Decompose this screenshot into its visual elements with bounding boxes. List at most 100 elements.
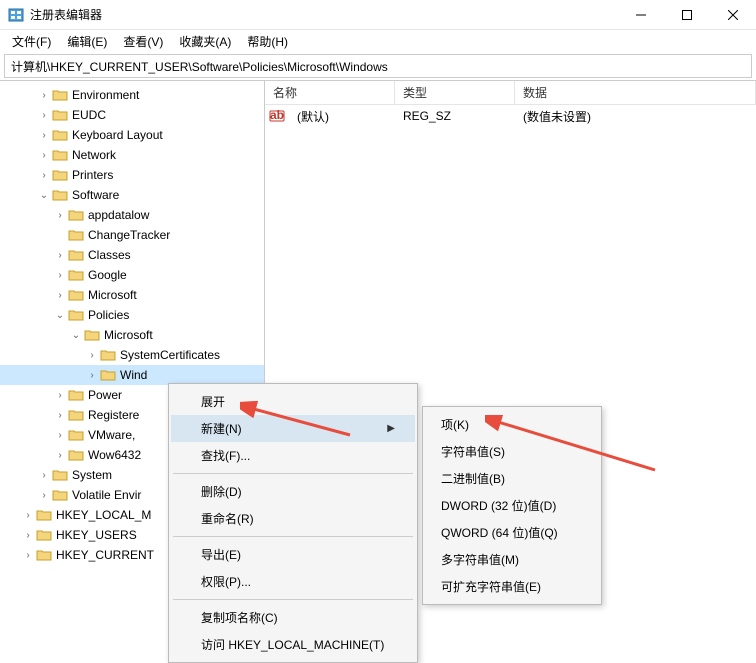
sub-binary[interactable]: 二进制值(B) bbox=[425, 465, 599, 492]
chevron-right-icon[interactable]: › bbox=[20, 527, 36, 543]
folder-open-icon bbox=[68, 307, 84, 323]
tree-item-label: Wow6432 bbox=[88, 448, 141, 462]
tree-item-label: Registere bbox=[88, 408, 139, 422]
tree-item-label: Keyboard Layout bbox=[72, 128, 163, 142]
chevron-right-icon[interactable]: › bbox=[52, 407, 68, 423]
tree-item-label: EUDC bbox=[72, 108, 106, 122]
list-row[interactable]: ab (默认) REG_SZ (数值未设置) bbox=[265, 105, 756, 127]
tree-item[interactable]: › Keyboard Layout bbox=[0, 125, 264, 145]
chevron-right-icon[interactable]: › bbox=[52, 387, 68, 403]
folder-icon bbox=[68, 207, 84, 223]
close-button[interactable] bbox=[710, 0, 756, 30]
tree-item[interactable]: ›Google bbox=[0, 265, 264, 285]
chevron-down-icon[interactable]: ⌄ bbox=[52, 307, 68, 323]
chevron-right-icon: ▶ bbox=[387, 423, 395, 434]
folder-icon bbox=[52, 107, 68, 123]
chevron-right-icon[interactable]: › bbox=[36, 127, 52, 143]
chevron-down-icon[interactable]: ⌄ bbox=[68, 327, 84, 343]
cell-name: (默认) bbox=[289, 106, 395, 127]
ctx-delete[interactable]: 删除(D) bbox=[171, 478, 415, 505]
tree-item[interactable]: ChangeTracker bbox=[0, 225, 264, 245]
chevron-right-icon[interactable]: › bbox=[36, 147, 52, 163]
ctx-copy-keyname[interactable]: 复制项名称(C) bbox=[171, 604, 415, 631]
window-title: 注册表编辑器 bbox=[30, 6, 618, 23]
minimize-button[interactable] bbox=[618, 0, 664, 30]
sub-dword[interactable]: DWORD (32 位)值(D) bbox=[425, 492, 599, 519]
chevron-right-icon[interactable]: › bbox=[36, 107, 52, 123]
col-name[interactable]: 名称 bbox=[265, 81, 395, 105]
ctx-permissions[interactable]: 权限(P)... bbox=[171, 568, 415, 595]
sub-qword[interactable]: QWORD (64 位)值(Q) bbox=[425, 519, 599, 546]
menu-help[interactable]: 帮助(H) bbox=[239, 31, 296, 52]
tree-item[interactable]: ⌄Software bbox=[0, 185, 264, 205]
cell-data: (数值未设置) bbox=[515, 106, 599, 127]
folder-icon bbox=[100, 367, 116, 383]
col-data[interactable]: 数据 bbox=[515, 81, 756, 105]
chevron-right-icon[interactable]: › bbox=[52, 267, 68, 283]
tree-item[interactable]: ⌄Policies bbox=[0, 305, 264, 325]
sub-expandstring[interactable]: 可扩充字符串值(E) bbox=[425, 573, 599, 600]
folder-icon bbox=[68, 427, 84, 443]
tree-item-label: SystemCertificates bbox=[120, 348, 220, 362]
tree-item[interactable]: ›Printers bbox=[0, 165, 264, 185]
tree-item-label: System bbox=[72, 468, 112, 482]
folder-icon bbox=[52, 127, 68, 143]
menu-edit[interactable]: 编辑(E) bbox=[59, 31, 115, 52]
ctx-find[interactable]: 查找(F)... bbox=[171, 442, 415, 469]
menu-favorites[interactable]: 收藏夹(A) bbox=[171, 31, 239, 52]
tree-item-label: VMware, bbox=[88, 428, 135, 442]
chevron-right-icon[interactable]: › bbox=[84, 347, 100, 363]
sub-string[interactable]: 字符串值(S) bbox=[425, 438, 599, 465]
chevron-right-icon[interactable]: › bbox=[20, 547, 36, 563]
folder-icon bbox=[68, 387, 84, 403]
folder-open-icon bbox=[52, 187, 68, 203]
tree-item[interactable]: ⌄Microsoft bbox=[0, 325, 264, 345]
ctx-export[interactable]: 导出(E) bbox=[171, 541, 415, 568]
chevron-right-icon[interactable]: › bbox=[52, 207, 68, 223]
chevron-right-icon[interactable]: › bbox=[36, 167, 52, 183]
tree-item[interactable]: › SystemCertificates bbox=[0, 345, 264, 365]
ctx-goto-hklm[interactable]: 访问 HKEY_LOCAL_MACHINE(T) bbox=[171, 631, 415, 658]
chevron-right-icon[interactable]: › bbox=[36, 467, 52, 483]
chevron-right-icon[interactable]: › bbox=[52, 427, 68, 443]
chevron-right-icon[interactable]: › bbox=[36, 487, 52, 503]
ctx-new[interactable]: 新建(N)▶ bbox=[171, 415, 415, 442]
maximize-button[interactable] bbox=[664, 0, 710, 30]
tree-item[interactable]: › appdatalow bbox=[0, 205, 264, 225]
folder-icon bbox=[52, 167, 68, 183]
tree-item[interactable]: › Wind bbox=[0, 365, 264, 385]
col-type[interactable]: 类型 bbox=[395, 81, 515, 105]
folder-icon bbox=[68, 247, 84, 263]
menu-view[interactable]: 查看(V) bbox=[115, 31, 171, 52]
titlebar: 注册表编辑器 bbox=[0, 0, 756, 30]
sub-key[interactable]: 项(K) bbox=[425, 411, 599, 438]
tree-item[interactable]: › Network bbox=[0, 145, 264, 165]
chevron-right-icon[interactable]: › bbox=[52, 447, 68, 463]
chevron-right-icon[interactable]: › bbox=[36, 87, 52, 103]
tree-item[interactable]: ›Classes bbox=[0, 245, 264, 265]
chevron-right-icon[interactable]: › bbox=[52, 247, 68, 263]
tree-item[interactable]: ›Environment bbox=[0, 85, 264, 105]
chevron-right-icon[interactable]: › bbox=[20, 507, 36, 523]
folder-icon bbox=[36, 507, 52, 523]
tree-item[interactable]: ›Microsoft bbox=[0, 285, 264, 305]
sub-multistring[interactable]: 多字符串值(M) bbox=[425, 546, 599, 573]
folder-icon bbox=[36, 547, 52, 563]
app-icon bbox=[8, 7, 24, 23]
cell-type: REG_SZ bbox=[395, 107, 515, 125]
tree-item-label: Network bbox=[72, 148, 116, 162]
chevron-right-icon[interactable]: › bbox=[52, 287, 68, 303]
ctx-expand[interactable]: 展开 bbox=[171, 388, 415, 415]
tree-item-label: HKEY_CURRENT bbox=[56, 548, 154, 562]
tree-item-label: Wind bbox=[120, 368, 147, 382]
chevron-down-icon[interactable]: ⌄ bbox=[36, 187, 52, 203]
ctx-rename[interactable]: 重命名(R) bbox=[171, 505, 415, 532]
tree-item[interactable]: › EUDC bbox=[0, 105, 264, 125]
address-bar[interactable]: 计算机\HKEY_CURRENT_USER\Software\Policies\… bbox=[4, 54, 752, 78]
chevron-right-icon[interactable]: › bbox=[84, 367, 100, 383]
menu-file[interactable]: 文件(F) bbox=[4, 31, 59, 52]
tree-item-label: appdatalow bbox=[88, 208, 149, 222]
window-controls bbox=[618, 0, 756, 30]
folder-icon bbox=[68, 227, 84, 243]
context-menu: 展开 新建(N)▶ 查找(F)... 删除(D) 重命名(R) 导出(E) 权限… bbox=[168, 383, 418, 663]
